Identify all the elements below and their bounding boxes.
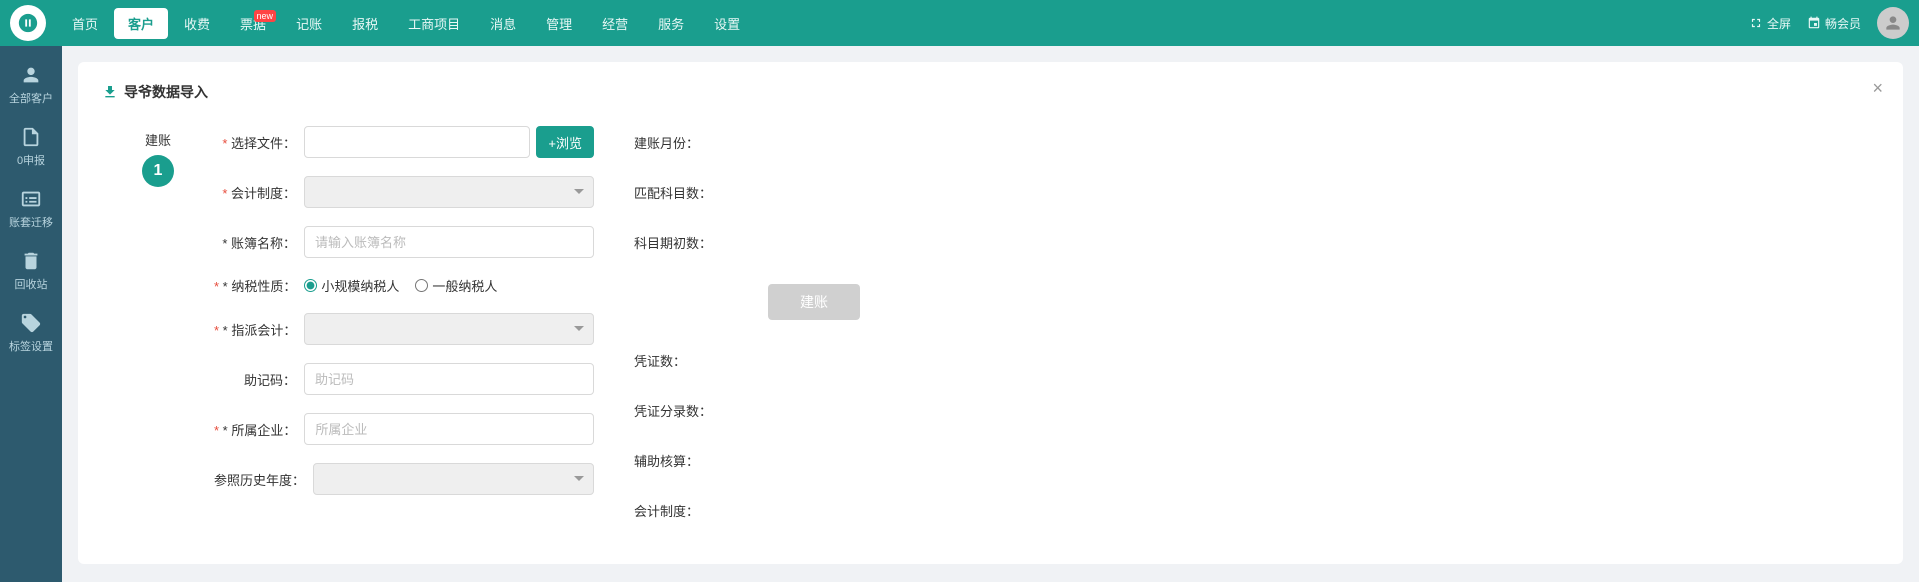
close-button[interactable]: × [1872,78,1883,99]
create-btn-container: 建账 [634,276,994,320]
vip-btn[interactable]: 畅会员 [1807,15,1861,32]
month-row: 建账月份： [634,126,994,158]
nav-item-tax[interactable]: 报税 [338,8,392,39]
layout: 全部客户 0申报 账套迁移 回收站 标签设置 导爷数据导入 × [0,46,1919,582]
nav-item-messages[interactable]: 消息 [476,8,530,39]
memo-input[interactable] [304,363,594,395]
voucher-count-label: 凭证数： [634,351,734,370]
month-label: 建账月份： [634,133,734,152]
dialog-card: 导爷数据导入 × 建账 1 选择文件： +浏览 [78,62,1903,564]
nav-item-admin[interactable]: 管理 [532,8,586,39]
right-accounting-system-label: 会计制度： [634,501,734,520]
new-badge: new [254,10,277,22]
history-year-row: 参照历史年度： [214,463,594,495]
right-accounting-system-row: 会计制度： [634,494,994,526]
tax-type-label: * 纳税性质： [214,276,304,295]
accountant-select[interactable] [304,313,594,345]
accountant-label: * 指派会计： [214,320,304,339]
sidebar-item-account-migrate[interactable]: 账套迁移 [4,180,58,238]
sidebar: 全部客户 0申报 账套迁移 回收站 标签设置 [0,46,62,582]
accounting-system-row: 会计制度： [214,176,594,208]
nav-item-invoices[interactable]: 票据 new [226,8,280,39]
ledger-name-row: * 账簿名称： [214,226,594,258]
nav-item-operations[interactable]: 经营 [588,8,642,39]
period-initial-label: 科目期初数： [634,233,734,252]
nav-item-fees[interactable]: 收费 [170,8,224,39]
history-year-label: 参照历史年度： [214,470,313,489]
tax-type-radio-group: 小规模纳税人 一般纳税人 [304,276,497,295]
sidebar-item-declaration[interactable]: 0申报 [4,118,58,176]
tax-type-row: * 纳税性质： 小规模纳税人 一般纳税人 [214,276,594,295]
file-label: 选择文件： [214,133,304,152]
company-label: * 所属企业： [214,420,304,439]
memo-label: 助记码： [214,370,304,389]
navbar-right: 全屏 畅会员 [1749,7,1909,39]
accountant-row: * 指派会计： [214,313,594,345]
auxiliary-label: 辅助核算： [634,451,734,470]
sidebar-item-tag-settings[interactable]: 标签设置 [4,304,58,362]
form-left: 选择文件： +浏览 会计制度： [214,126,594,544]
match-accounts-label: 匹配科目数： [634,183,734,202]
nav-item-bookkeeping[interactable]: 记账 [282,8,336,39]
company-row: * 所属企业： [214,413,594,445]
general-taxpayer-radio[interactable] [415,279,428,292]
period-initial-row: 科目期初数： [634,226,994,258]
logo [10,5,46,41]
form-container: 建账 1 选择文件： +浏览 会计制度： [102,126,1879,544]
nav-item-services[interactable]: 服务 [644,8,698,39]
file-row: 选择文件： +浏览 [214,126,594,158]
accounting-system-label: 会计制度： [214,183,304,202]
form-right: 建账月份： 匹配科目数： 科目期初数： 建账 [634,126,994,544]
file-input[interactable] [304,126,530,158]
ledger-name-input[interactable] [304,226,594,258]
nav-item-business[interactable]: 工商项目 [394,8,474,39]
create-account-button[interactable]: 建账 [768,284,860,320]
navbar: 首页 客户 收费 票据 new 记账 报税 工商项目 消息 管理 经营 服务 设… [0,0,1919,46]
small-taxpayer-radio[interactable] [304,279,317,292]
step-indicator: 建账 1 [142,126,174,544]
nav-items: 首页 客户 收费 票据 new 记账 报税 工商项目 消息 管理 经营 服务 设… [58,8,1749,39]
nav-item-settings[interactable]: 设置 [700,8,754,39]
main-content: 导爷数据导入 × 建账 1 选择文件： +浏览 [62,46,1919,582]
import-icon [102,84,118,100]
ledger-name-label: * 账簿名称： [214,233,304,252]
company-input[interactable] [304,413,594,445]
match-accounts-row: 匹配科目数： [634,176,994,208]
memo-row: 助记码： [214,363,594,395]
history-year-select[interactable] [313,463,594,495]
small-taxpayer-option[interactable]: 小规模纳税人 [304,276,399,295]
user-avatar[interactable] [1877,7,1909,39]
accounting-system-select[interactable] [304,176,594,208]
dialog-title: 导爷数据导入 [102,82,1879,102]
voucher-count-row: 凭证数： [634,344,994,376]
general-taxpayer-option[interactable]: 一般纳税人 [415,276,497,295]
sidebar-item-trash[interactable]: 回收站 [4,242,58,300]
step-circle: 1 [142,155,174,187]
sidebar-item-all-customers[interactable]: 全部客户 [4,56,58,114]
auxiliary-row: 辅助核算： [634,444,994,476]
nav-item-home[interactable]: 首页 [58,8,112,39]
nav-item-customers[interactable]: 客户 [114,8,168,39]
browse-button[interactable]: +浏览 [536,126,594,158]
file-control-wrap: +浏览 [304,126,594,158]
fullscreen-btn[interactable]: 全屏 [1749,15,1791,32]
voucher-entries-label: 凭证分录数： [634,401,734,420]
voucher-entries-row: 凭证分录数： [634,394,994,426]
